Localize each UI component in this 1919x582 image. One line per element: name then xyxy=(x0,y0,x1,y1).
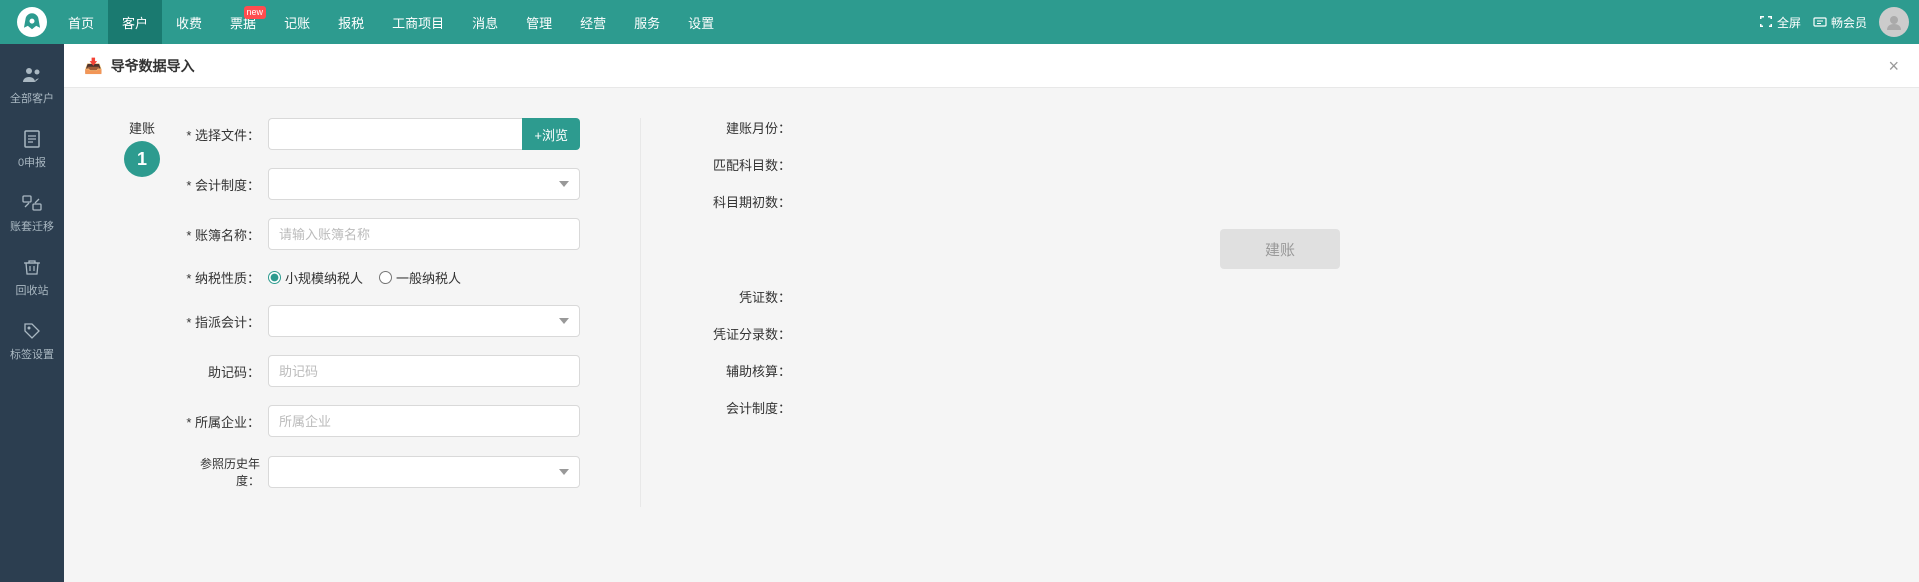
accountant-select[interactable] xyxy=(268,305,580,337)
history-year-select[interactable] xyxy=(268,456,580,488)
sidebar-item-transfer[interactable]: 账套迁移 xyxy=(0,182,64,242)
fullscreen-btn[interactable]: 全屏 xyxy=(1759,14,1801,31)
nav-bookkeeping[interactable]: 记账 xyxy=(270,0,324,44)
member-btn[interactable]: 畅会员 xyxy=(1813,14,1867,31)
match-label: 匹配科目数： xyxy=(701,155,791,174)
nav-service[interactable]: 服务 xyxy=(620,0,674,44)
main-container: 全部客户 0申报 账套迁移 回收站 标签设置 xyxy=(0,44,1919,582)
file-input[interactable] xyxy=(268,118,522,150)
sidebar-item-tag-settings[interactable]: 标签设置 xyxy=(0,310,64,370)
general-taxpayer-option[interactable]: 一般纳税人 xyxy=(379,268,461,287)
small-taxpayer-option[interactable]: 小规模纳税人 xyxy=(268,268,363,287)
nav-business[interactable]: 工商项目 xyxy=(378,0,458,44)
period-row: 科目期初数： xyxy=(701,192,1859,211)
trash-icon xyxy=(21,256,43,278)
nav-message[interactable]: 消息 xyxy=(458,0,512,44)
file-input-group: +浏览 xyxy=(268,118,580,150)
nav-tax[interactable]: 报税 xyxy=(324,0,378,44)
company-input[interactable] xyxy=(268,405,580,437)
nav-invoice[interactable]: 票据 new xyxy=(216,0,270,44)
nav-customer[interactable]: 客户 xyxy=(108,0,162,44)
file-row: * 选择文件： +浏览 xyxy=(180,118,580,150)
tax-type-radio-group: 小规模纳税人 一般纳税人 xyxy=(268,268,461,287)
page-header: 📥 导爷数据导入 × xyxy=(64,44,1919,88)
right-panel: 建账月份： 匹配科目数： 科目期初数： 建账 凭证数： xyxy=(701,118,1859,507)
form-step-1: 建账 1 * 选择文件： +浏览 xyxy=(124,118,580,507)
tag-icon xyxy=(21,320,43,342)
sidebar: 全部客户 0申报 账套迁移 回收站 标签设置 xyxy=(0,44,64,582)
user-group-icon xyxy=(21,64,43,86)
ledger-name-row: * 账簿名称： xyxy=(180,218,580,250)
close-button[interactable]: × xyxy=(1888,56,1899,77)
tax-type-row: * 纳税性质： 小规模纳税人 一般纳税人 xyxy=(180,268,580,287)
import-icon: 📥 xyxy=(84,57,103,75)
content-area: 📥 导爷数据导入 × 建账 1 * 选择文件： xyxy=(64,44,1919,582)
logo[interactable] xyxy=(10,0,54,44)
voucher-label: 凭证数： xyxy=(701,287,791,306)
memo-label: 助记码： xyxy=(180,362,260,381)
browse-button[interactable]: +浏览 xyxy=(522,118,580,150)
accountant-row: * 指派会计： xyxy=(180,305,580,337)
period-label: 科目期初数： xyxy=(701,192,791,211)
memo-input[interactable] xyxy=(268,355,580,387)
form-area: 建账 1 * 选择文件： +浏览 xyxy=(64,88,1919,537)
avatar[interactable] xyxy=(1879,7,1909,37)
month-row: 建账月份： xyxy=(701,118,1859,137)
step-indicator: 建账 1 xyxy=(124,118,160,177)
accounting-label: 会计制度： xyxy=(701,398,791,417)
tax-type-label: * 纳税性质： xyxy=(180,268,260,287)
section-divider xyxy=(640,118,641,507)
form-left: * 选择文件： +浏览 * 会计制度： xyxy=(180,118,580,507)
build-button[interactable]: 建账 xyxy=(1220,229,1340,269)
month-label: 建账月份： xyxy=(701,118,791,137)
file-label: * 选择文件： xyxy=(180,125,260,144)
nav-settings[interactable]: 设置 xyxy=(674,0,728,44)
sidebar-item-all-customers[interactable]: 全部客户 xyxy=(0,54,64,114)
build-btn-container: 建账 xyxy=(701,229,1859,269)
top-navigation: 首页 客户 收费 票据 new 记账 报税 工商项目 消息 管理 经营 服务 设… xyxy=(0,0,1919,44)
company-row: * 所属企业： xyxy=(180,405,580,437)
sidebar-item-recycle[interactable]: 回收站 xyxy=(0,246,64,306)
accounting-row: 会计制度： xyxy=(701,398,1859,417)
accounting-system-row: * 会计制度： xyxy=(180,168,580,200)
accountant-label: * 指派会计： xyxy=(180,312,260,331)
nav-manage[interactable]: 管理 xyxy=(512,0,566,44)
new-badge: new xyxy=(244,6,267,19)
company-label: * 所属企业： xyxy=(180,412,260,431)
accounting-system-label: * 会计制度： xyxy=(180,175,260,194)
nav-right-area: 全屏 畅会员 xyxy=(1759,7,1909,37)
file-icon xyxy=(21,128,43,150)
auxiliary-label: 辅助核算： xyxy=(701,361,791,380)
voucher-entries-row: 凭证分录数： xyxy=(701,324,1859,343)
nav-operation[interactable]: 经营 xyxy=(566,0,620,44)
memo-row: 助记码： xyxy=(180,355,580,387)
history-year-row: 参照历史年度： xyxy=(180,455,580,489)
ledger-name-label: * 账簿名称： xyxy=(180,225,260,244)
nav-home[interactable]: 首页 xyxy=(54,0,108,44)
ledger-name-input[interactable] xyxy=(268,218,580,250)
step-circle: 1 xyxy=(124,141,160,177)
sidebar-item-declaration[interactable]: 0申报 xyxy=(0,118,64,178)
nav-fee[interactable]: 收费 xyxy=(162,0,216,44)
transfer-icon xyxy=(21,192,43,214)
nav-menu: 首页 客户 收费 票据 new 记账 报税 工商项目 消息 管理 经营 服务 设… xyxy=(54,0,1759,44)
voucher-row: 凭证数： xyxy=(701,287,1859,306)
accounting-system-select[interactable] xyxy=(268,168,580,200)
page-title: 导爷数据导入 xyxy=(111,56,195,76)
history-year-label: 参照历史年度： xyxy=(180,455,260,489)
match-row: 匹配科目数： xyxy=(701,155,1859,174)
auxiliary-row: 辅助核算： xyxy=(701,361,1859,380)
voucher-entries-label: 凭证分录数： xyxy=(701,324,791,343)
